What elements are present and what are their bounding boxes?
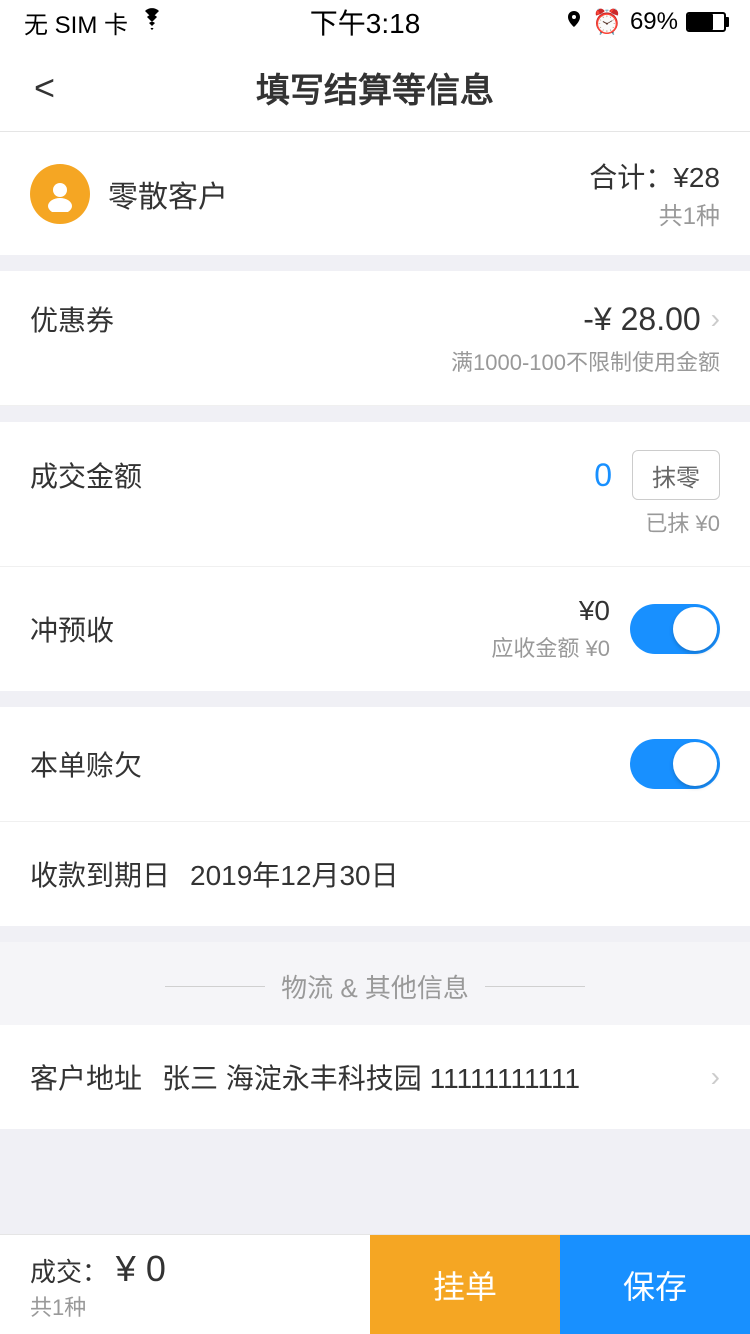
- prepay-row: 冲预收 ¥0 应收金额 ¥0: [0, 567, 750, 691]
- nav-bar: < 填写结算等信息: [0, 44, 750, 132]
- address-row[interactable]: 客户地址 张三 海淀永丰科技园 11111111111 ›: [0, 1025, 750, 1129]
- prepay-sub: 应收金额 ¥0: [491, 631, 610, 663]
- round-zero-button[interactable]: 抹零: [632, 450, 720, 500]
- bottom-bar: 成交： ¥ 0 共1种 挂单 保存: [0, 1234, 750, 1334]
- coupon-desc: 满1000-100不限制使用金额: [30, 345, 720, 377]
- date-row: 收款到期日 2019年12月30日: [0, 822, 750, 926]
- prepay-right: ¥0 应收金额 ¥0: [491, 595, 720, 663]
- avatar: [30, 164, 90, 224]
- logistics-section-header: 物流 & 其他信息: [0, 942, 750, 1025]
- transaction-label: 成交金额: [30, 455, 142, 495]
- debt-label: 本单赊欠: [30, 744, 142, 784]
- back-button[interactable]: <: [24, 57, 65, 119]
- total-count: 共1种: [589, 196, 720, 231]
- alarm-icon: ⏰: [592, 8, 622, 37]
- coupon-amount: -¥ 28.00: [583, 301, 700, 338]
- debt-section: 本单赊欠 收款到期日 2019年12月30日: [0, 707, 750, 926]
- bottom-deal-label: 成交：: [30, 1257, 108, 1287]
- customer-section: 零散客户 合计：¥28 共1种: [0, 132, 750, 255]
- debt-toggle[interactable]: [630, 739, 720, 789]
- due-date-value: 2019年12月30日: [190, 854, 399, 894]
- address-label: 客户地址: [30, 1057, 142, 1097]
- customer-name: 零散客户: [108, 172, 228, 216]
- bottom-info: 成交： ¥ 0 共1种: [0, 1248, 370, 1322]
- debt-toggle-knob: [673, 742, 717, 786]
- transaction-sub: 已抹 ¥0: [30, 506, 720, 538]
- save-button[interactable]: 保存: [560, 1235, 750, 1334]
- coupon-section: 优惠券 -¥ 28.00 › 满1000-100不限制使用金额: [0, 271, 750, 406]
- battery-percent: 69%: [630, 8, 678, 36]
- prepay-toggle[interactable]: [630, 604, 720, 654]
- carrier-text: 无 SIM 卡: [24, 5, 128, 40]
- customer-left: 零散客户: [30, 164, 228, 224]
- logistics-title: 物流 & 其他信息: [165, 968, 585, 1005]
- divider-3: [0, 691, 750, 707]
- divider-1: [0, 255, 750, 271]
- total-amount: 合计：¥28: [589, 156, 720, 196]
- coupon-right: -¥ 28.00 ›: [583, 301, 720, 338]
- chevron-right-icon: ›: [711, 303, 720, 335]
- hang-button[interactable]: 挂单: [370, 1235, 560, 1334]
- transaction-amount: 0: [594, 457, 612, 494]
- status-right: ⏰ 69%: [564, 8, 726, 37]
- prepay-amount: ¥0: [491, 595, 610, 627]
- debt-row: 本单赊欠: [0, 707, 750, 822]
- logistics-line-right: [485, 986, 585, 987]
- transaction-top: 成交金额 0 抹零: [30, 450, 720, 500]
- coupon-top: 优惠券 -¥ 28.00 ›: [30, 299, 720, 339]
- customer-right: 合计：¥28 共1种: [589, 156, 720, 231]
- transaction-row: 成交金额 0 抹零 已抹 ¥0: [0, 422, 750, 567]
- page-title: 填写结算等信息: [256, 63, 494, 112]
- toggle-knob: [673, 607, 717, 651]
- logistics-line-left: [165, 986, 265, 987]
- coupon-label: 优惠券: [30, 299, 114, 339]
- bottom-count: 共1种: [30, 1290, 340, 1322]
- battery-icon: [686, 12, 726, 32]
- location-icon: [564, 8, 584, 36]
- payment-section: 成交金额 0 抹零 已抹 ¥0 冲预收 ¥0 应收金额 ¥0: [0, 422, 750, 691]
- status-bar: 无 SIM 卡 下午3:18 ⏰ 69%: [0, 0, 750, 44]
- prepay-top: 冲预收 ¥0 应收金额 ¥0: [30, 595, 720, 663]
- address-chevron-icon: ›: [711, 1061, 720, 1093]
- divider-4: [0, 926, 750, 942]
- coupon-row[interactable]: 优惠券 -¥ 28.00 › 满1000-100不限制使用金额: [0, 271, 750, 406]
- main-content: 零散客户 合计：¥28 共1种 优惠券 -¥ 28.00 › 满1000-100…: [0, 132, 750, 1249]
- prepay-label: 冲预收: [30, 609, 114, 649]
- prepay-values: ¥0 应收金额 ¥0: [491, 595, 610, 663]
- time-display: 下午3:18: [310, 2, 421, 42]
- bottom-deal-row: 成交： ¥ 0: [30, 1248, 340, 1290]
- status-left: 无 SIM 卡: [24, 5, 166, 40]
- wifi-icon: [138, 8, 166, 37]
- address-section: 客户地址 张三 海淀永丰科技园 11111111111 ›: [0, 1025, 750, 1129]
- address-value: 张三 海淀永丰科技园 11111111111: [162, 1057, 580, 1097]
- transaction-right: 0 抹零: [594, 450, 720, 500]
- address-left: 客户地址 张三 海淀永丰科技园 11111111111: [30, 1057, 580, 1097]
- divider-2: [0, 406, 750, 422]
- due-date-label: 收款到期日: [30, 854, 170, 894]
- bottom-amount: ¥ 0: [116, 1248, 166, 1289]
